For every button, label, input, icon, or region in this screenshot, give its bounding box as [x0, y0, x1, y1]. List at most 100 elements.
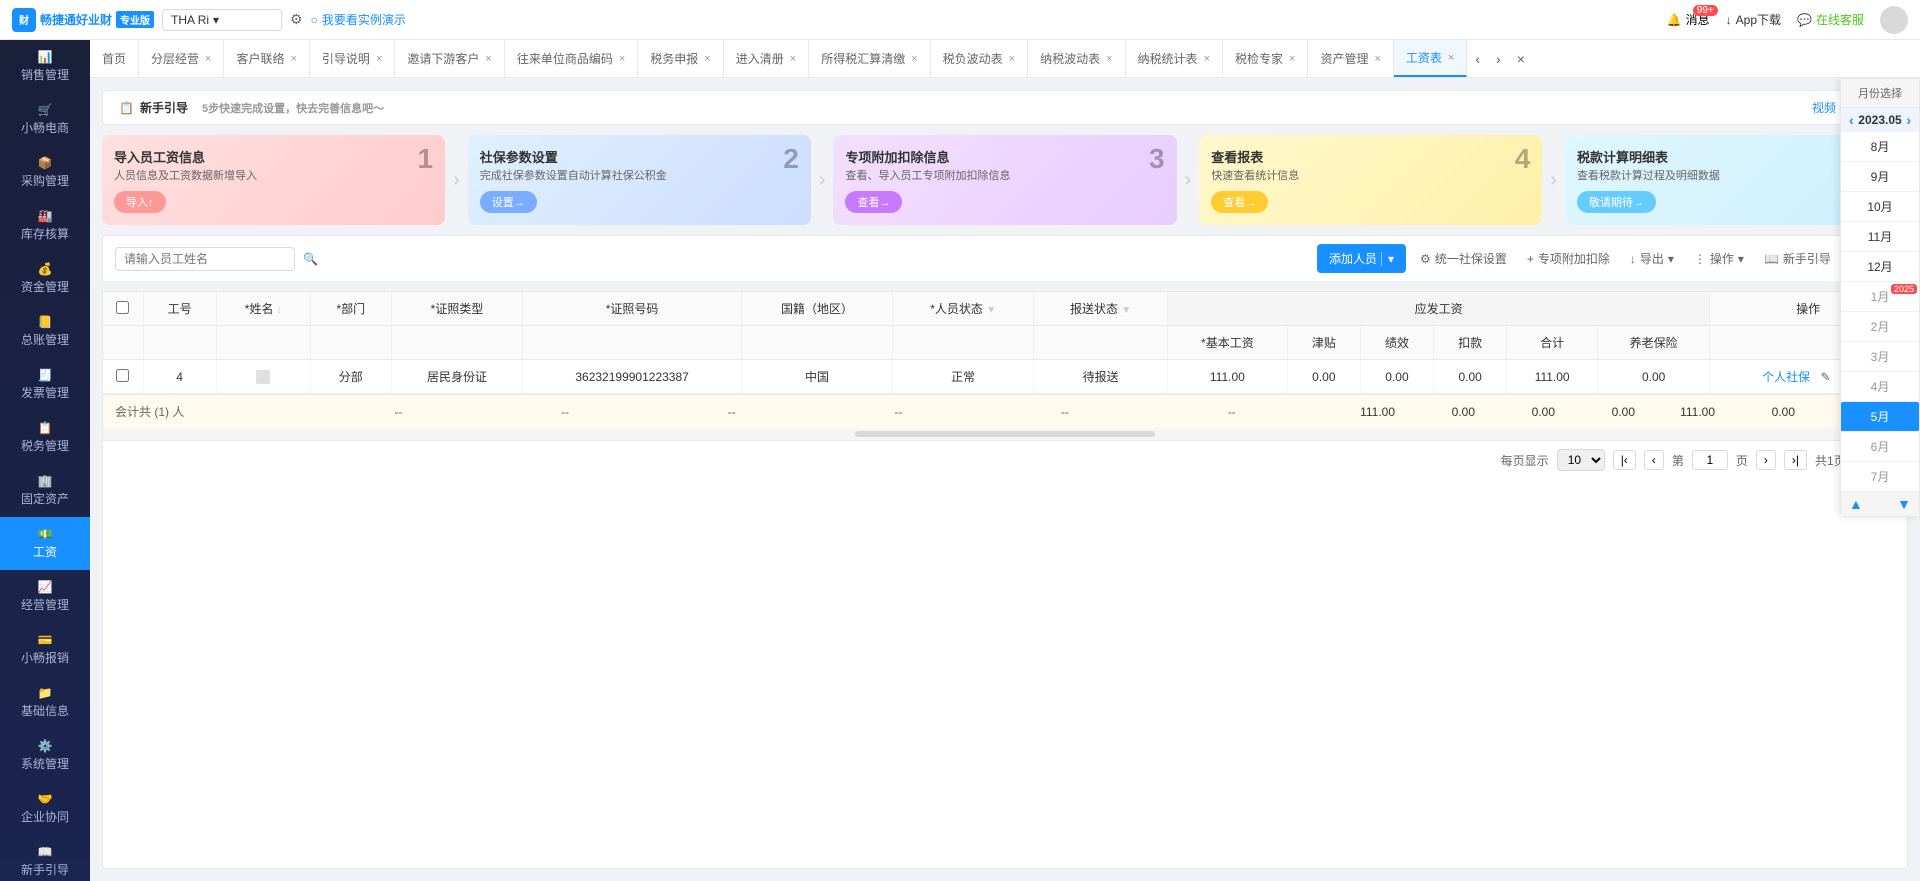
tab-tax-burden-close[interactable]: × [1009, 53, 1015, 65]
sidebar-item-tax[interactable]: 📋 税务管理 [0, 411, 90, 464]
edit-icon[interactable]: ✎ [1820, 370, 1830, 384]
year-next-button[interactable]: › [1906, 112, 1911, 128]
scroll-bar-area[interactable] [103, 428, 1907, 440]
sidebar-item-ledger[interactable]: 📒 总账管理 [0, 305, 90, 358]
tab-payroll[interactable]: 工资表 × [1394, 40, 1467, 77]
tab-invite[interactable]: 邀请下游客户 × [395, 40, 504, 77]
operation-button[interactable]: ⋮ 操作 ▾ [1688, 246, 1750, 271]
month-panel-down[interactable]: ▼ [1897, 496, 1911, 512]
report-filter-icon[interactable]: ▼ [1121, 305, 1131, 316]
select-all-checkbox[interactable] [116, 301, 129, 314]
step-3-button[interactable]: 查看→ [845, 191, 902, 213]
tab-clearance[interactable]: 进入清册 × [724, 40, 809, 77]
page-number-input[interactable] [1692, 450, 1728, 470]
newguide-button[interactable]: 📖 新手引导 [1758, 246, 1837, 271]
app-download-button[interactable]: ↓ App下载 [1726, 11, 1781, 28]
sidebar-item-guide[interactable]: 📖 新手引导 [0, 835, 90, 881]
month-6[interactable]: 6月 [1841, 432, 1919, 462]
scroll-thumb[interactable] [855, 431, 1155, 437]
guide-video-label[interactable]: 视频 [1812, 99, 1836, 116]
tab-product-code-close[interactable]: × [619, 53, 625, 65]
personal-insurance-link[interactable]: 个人社保 [1762, 370, 1810, 384]
row-checkbox-cell[interactable] [103, 360, 143, 394]
tab-tax-dynamic[interactable]: 纳税波动表 × [1028, 40, 1125, 77]
month-8[interactable]: 8月 [1841, 132, 1919, 162]
status-filter-icon[interactable]: ▼ [986, 305, 996, 316]
th-name[interactable]: *姓名 ↕ [216, 292, 310, 326]
sidebar-item-ecommerce[interactable]: 🛒 小畅电商 [0, 93, 90, 146]
tab-tax-declare[interactable]: 税务申报 × [638, 40, 723, 77]
tab-guide-desc[interactable]: 引导说明 × [310, 40, 395, 77]
tab-clearance-close[interactable]: × [790, 53, 796, 65]
th-report-status[interactable]: 报送状态 ▼ [1034, 292, 1168, 326]
month-panel-up[interactable]: ▲ [1849, 496, 1863, 512]
month-2[interactable]: 2月 [1841, 312, 1919, 342]
tab-tax-dynamic-close[interactable]: × [1106, 53, 1112, 65]
tab-customer[interactable]: 客户联络 × [224, 40, 309, 77]
export-button[interactable]: ↓ 导出 ▾ [1624, 246, 1680, 271]
tab-income-tax-close[interactable]: × [911, 53, 917, 65]
tab-asset-mgmt-close[interactable]: × [1374, 53, 1380, 65]
tab-home[interactable]: 首页 [90, 40, 139, 77]
step-2-button[interactable]: 设置→ [480, 191, 537, 213]
next-page-button[interactable]: › [1756, 450, 1776, 470]
month-7[interactable]: 7月 [1841, 462, 1919, 492]
month-3[interactable]: 3月 [1841, 342, 1919, 372]
tab-guide-desc-close[interactable]: × [376, 53, 382, 65]
sidebar-item-expense[interactable]: 💳 小畅报销 [0, 623, 90, 676]
special-deduction-button[interactable]: + 专项附加扣除 [1521, 246, 1616, 271]
tab-tax-stats-close[interactable]: × [1204, 53, 1210, 65]
tab-payroll-close[interactable]: × [1448, 52, 1454, 64]
tab-tax-stats[interactable]: 纳税统计表 × [1126, 40, 1223, 77]
user-avatar[interactable] [1880, 6, 1908, 34]
tab-customer-close[interactable]: × [290, 53, 296, 65]
sidebar-item-operations[interactable]: 📈 经营管理 [0, 570, 90, 623]
year-prev-button[interactable]: ‹ [1849, 112, 1854, 128]
tab-tax-burden[interactable]: 税负波动表 × [931, 40, 1028, 77]
tab-layered[interactable]: 分层经营 × [139, 40, 224, 77]
step-4-button[interactable]: 查看→ [1211, 191, 1268, 213]
month-5[interactable]: 5月 [1841, 402, 1919, 432]
sidebar-item-finance[interactable]: 💰 资金管理 [0, 252, 90, 305]
sidebar-item-payroll[interactable]: 💵 工资 [0, 517, 90, 570]
sidebar-item-inventory[interactable]: 🏭 库存核算 [0, 199, 90, 252]
prev-page-button[interactable]: ‹ [1644, 450, 1664, 470]
month-12[interactable]: 12月 [1841, 252, 1919, 282]
sidebar-item-system[interactable]: ⚙️ 系统管理 [0, 729, 90, 782]
page-size-select[interactable]: 10 20 50 [1557, 449, 1605, 471]
search-input[interactable] [115, 247, 295, 271]
search-icon[interactable]: 🔍 [303, 252, 318, 266]
month-10[interactable]: 10月 [1841, 192, 1919, 222]
sidebar-item-purchase[interactable]: 📦 采购管理 [0, 146, 90, 199]
demo-link[interactable]: ○ 我要看实例演示 [311, 11, 406, 28]
tab-tax-expert[interactable]: 税检专家 × [1223, 40, 1308, 77]
first-page-button[interactable]: |‹ [1613, 450, 1636, 470]
tab-close-all-button[interactable]: × [1509, 51, 1533, 67]
th-status[interactable]: *人员状态 ▼ [893, 292, 1034, 326]
unified-settings-button[interactable]: ⚙ 统一社保设置 [1414, 246, 1513, 271]
tab-asset-mgmt[interactable]: 资产管理 × [1308, 40, 1393, 77]
month-11[interactable]: 11月 [1841, 222, 1919, 252]
step-5-button[interactable]: 敬请期待→ [1577, 191, 1656, 213]
tab-product-code[interactable]: 往来单位商品编码 × [505, 40, 638, 77]
gear-icon[interactable]: ⚙ [290, 11, 303, 28]
tab-tax-expert-close[interactable]: × [1289, 53, 1295, 65]
step-1-button[interactable]: 导入↑ [114, 191, 166, 213]
row-checkbox[interactable] [116, 369, 129, 382]
last-page-button[interactable]: ›| [1784, 450, 1807, 470]
tab-income-tax[interactable]: 所得税汇算清缴 × [809, 40, 930, 77]
sidebar-item-invoice[interactable]: 🧾 发票管理 [0, 358, 90, 411]
sidebar-item-cooperation[interactable]: 🤝 企业协同 [0, 782, 90, 835]
company-selector[interactable]: THA Ri ▾ [162, 9, 282, 31]
tab-invite-close[interactable]: × [485, 53, 491, 65]
name-sort-icon[interactable]: ↕ [277, 305, 282, 316]
tab-prev-button[interactable]: ‹ [1467, 51, 1488, 67]
sidebar-item-sales[interactable]: 📊 销售管理 [0, 40, 90, 93]
online-service-button[interactable]: 💬 在线客服 [1797, 11, 1864, 28]
add-btn-arrow[interactable]: ▾ [1381, 252, 1394, 266]
sidebar-item-assets[interactable]: 🏢 固定资产 [0, 464, 90, 517]
th-checkbox[interactable] [103, 292, 143, 326]
sidebar-item-basic-info[interactable]: 📁 基础信息 [0, 676, 90, 729]
add-employee-button[interactable]: 添加人员 ▾ [1317, 244, 1406, 273]
tab-tax-declare-close[interactable]: × [704, 53, 710, 65]
